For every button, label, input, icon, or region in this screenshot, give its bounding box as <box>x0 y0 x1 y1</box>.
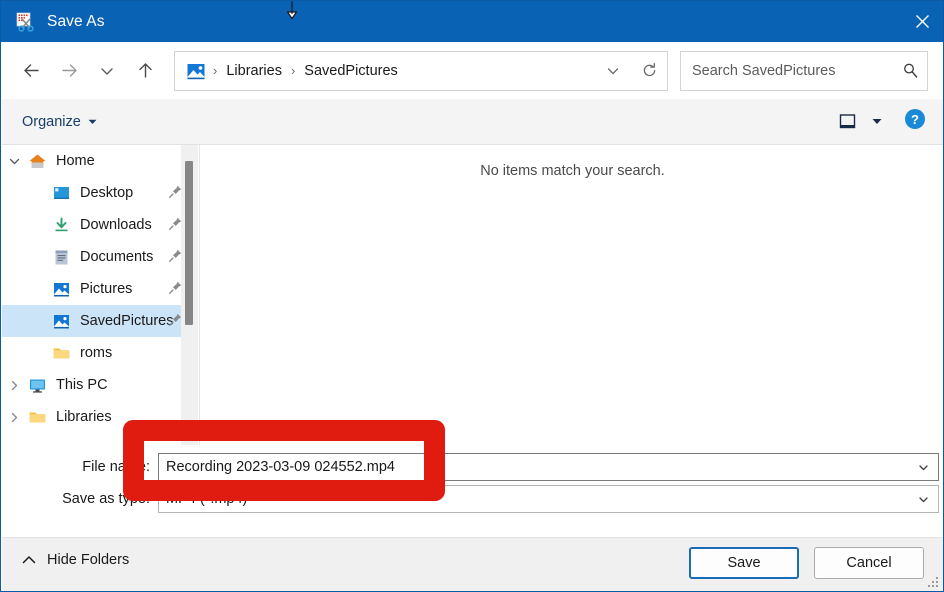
sidebar-item-label: Downloads <box>80 217 152 233</box>
caret-down-icon <box>88 119 97 124</box>
breadcrumb-item-savedpictures[interactable]: SavedPictures <box>302 63 400 79</box>
sidebar-item-label: roms <box>80 345 113 361</box>
downloads-icon <box>50 215 72 235</box>
forward-button[interactable] <box>50 52 88 90</box>
organize-button[interactable]: Organize <box>22 114 97 130</box>
sidebar-item-pictures[interactable]: Pictures <box>2 273 198 305</box>
help-icon[interactable]: ? <box>904 108 926 135</box>
resize-grip[interactable] <box>927 576 940 589</box>
save-as-type-value[interactable]: MP4 (*.mp4) <box>166 491 908 507</box>
up-button[interactable] <box>126 52 164 90</box>
navigation-pane: Home Desktop Downloads Documents Picture… <box>2 145 198 445</box>
folder-icon <box>50 343 72 363</box>
sidebar-item-label: Documents <box>80 249 154 265</box>
cancel-button[interactable]: Cancel <box>814 547 924 579</box>
search-icon[interactable] <box>893 52 927 90</box>
sidebar-item-libraries[interactable]: Libraries <box>2 401 198 433</box>
sidebar-item-desktop[interactable]: Desktop <box>2 177 198 209</box>
sidebar-item-label: SavedPictures <box>80 313 174 329</box>
refresh-icon[interactable] <box>631 52 667 90</box>
svg-text:?: ? <box>911 112 919 127</box>
dialog-footer: Hide Folders Save Cancel <box>2 537 943 591</box>
chevron-right-icon[interactable] <box>2 411 26 424</box>
sidebar-scrollbar-thumb[interactable] <box>185 161 193 325</box>
mouse-cursor <box>285 1 299 21</box>
close-button[interactable] <box>899 1 943 42</box>
empty-state-message: No items match your search. <box>480 163 665 179</box>
file-name-value[interactable]: Recording 2023-03-09 024552.mp4 <box>166 459 908 475</box>
sidebar-item-downloads[interactable]: Downloads <box>2 209 198 241</box>
chevron-down-icon[interactable] <box>908 454 938 480</box>
window-title: Save As <box>47 12 105 30</box>
save-form: File name: Recording 2023-03-09 024552.m… <box>2 445 943 537</box>
sidebar-item-savedpictures[interactable]: SavedPictures <box>2 305 198 337</box>
title-bar: Save As <box>1 1 943 42</box>
sidebar-item-roms[interactable]: roms <box>2 337 198 369</box>
sidebar-scrollbar[interactable] <box>181 145 198 445</box>
documents-icon <box>50 247 72 267</box>
address-bar[interactable]: › Libraries › SavedPictures <box>174 50 668 91</box>
save-as-type-select[interactable]: MP4 (*.mp4) <box>158 485 939 513</box>
chevron-right-icon[interactable] <box>2 379 26 392</box>
home-icon <box>26 151 48 171</box>
save-button[interactable]: Save <box>689 547 799 579</box>
breadcrumb-separator: › <box>213 63 218 78</box>
search-box[interactable]: Search SavedPictures <box>680 50 928 91</box>
sidebar-item-label: This PC <box>56 377 108 393</box>
address-chevron-down-icon[interactable] <box>595 52 631 90</box>
breadcrumb-separator: › <box>290 63 296 78</box>
command-bar: Organize ? <box>2 99 943 145</box>
navigation-bar: › Libraries › SavedPictures Search Saved… <box>2 42 943 99</box>
recent-locations-button[interactable] <box>88 52 126 90</box>
organize-label: Organize <box>22 113 81 130</box>
chevron-down-icon[interactable] <box>2 155 26 168</box>
sidebar-item-label: Pictures <box>80 281 133 297</box>
file-name-row: File name: Recording 2023-03-09 024552.m… <box>2 453 943 481</box>
desktop-icon <box>50 183 72 203</box>
file-name-label: File name: <box>82 459 150 475</box>
chevron-up-icon <box>22 556 36 564</box>
sidebar-item-documents[interactable]: Documents <box>2 241 198 273</box>
sidebar-item-label: Home <box>56 153 95 169</box>
snipping-tool-icon <box>14 11 36 33</box>
sidebar-item-this-pc[interactable]: This PC <box>2 369 198 401</box>
search-input[interactable]: Search SavedPictures <box>692 63 893 79</box>
hide-folders-label: Hide Folders <box>47 552 130 568</box>
hide-folders-button[interactable]: Hide Folders <box>22 552 129 568</box>
pictures-icon <box>50 311 72 331</box>
save-as-type-row: Save as type: MP4 (*.mp4) <box>2 485 943 513</box>
back-button[interactable] <box>12 52 50 90</box>
pictures-icon <box>50 279 72 299</box>
view-chevron-down-icon[interactable] <box>864 107 890 137</box>
save-as-type-label: Save as type: <box>62 491 150 507</box>
breadcrumb-item-libraries[interactable]: Libraries <box>224 63 284 79</box>
file-name-input[interactable]: Recording 2023-03-09 024552.mp4 <box>158 453 939 481</box>
sidebar-item-home[interactable]: Home <box>2 145 198 177</box>
sidebar-item-label: Desktop <box>80 185 134 201</box>
pictures-library-icon <box>186 61 206 81</box>
folder-icon <box>26 407 48 427</box>
save-as-dialog: Save As › Libraries › SavedPictures Sear… <box>0 0 944 592</box>
sidebar-item-label: Libraries <box>56 409 112 425</box>
file-list-pane[interactable]: No items match your search. <box>199 145 943 445</box>
view-pane-icon[interactable] <box>832 107 862 137</box>
this-pc-icon <box>26 375 48 395</box>
chevron-down-icon[interactable] <box>908 486 938 512</box>
